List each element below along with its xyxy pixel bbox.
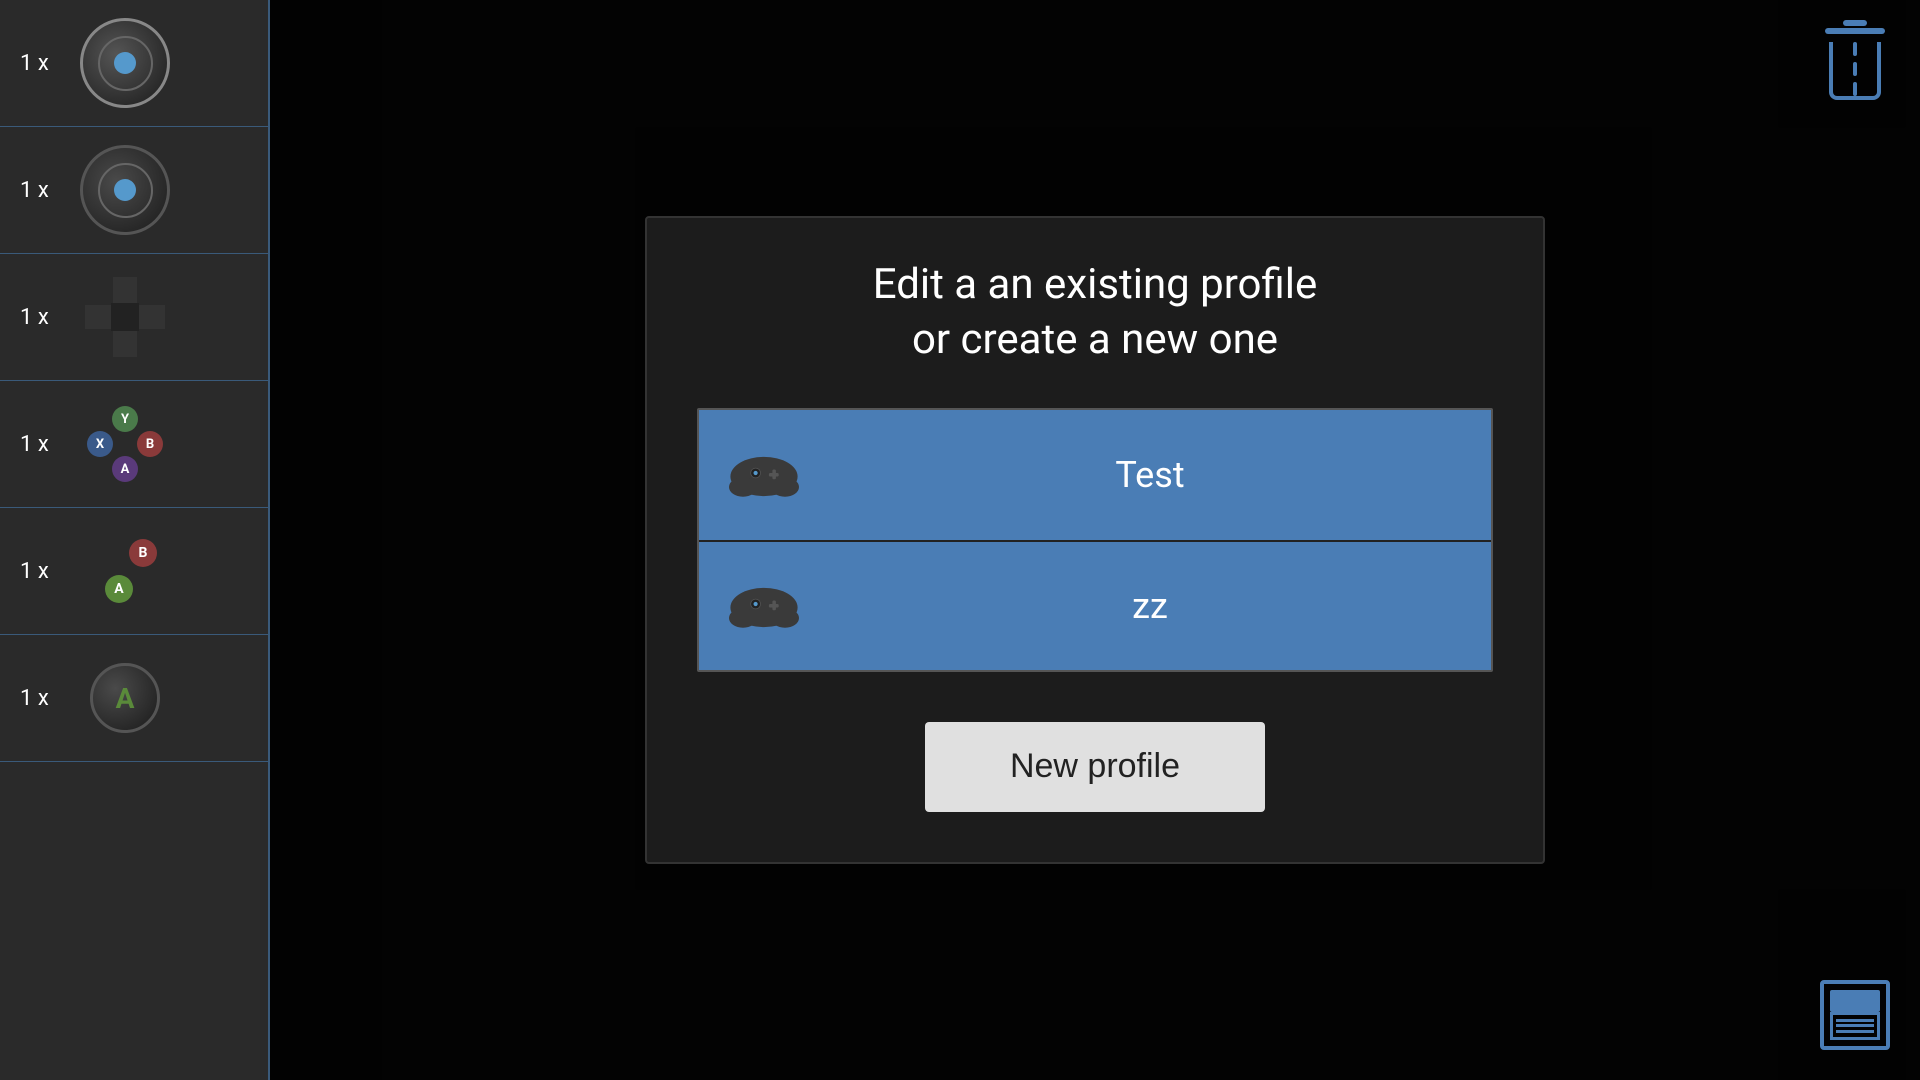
save-icon[interactable]	[1820, 980, 1900, 1060]
sidebar-count-5: 1 x	[20, 559, 60, 584]
floppy-line-2	[1836, 1024, 1874, 1027]
trash-icon[interactable]	[1820, 20, 1890, 100]
buttons-small-icon: B A	[80, 526, 170, 616]
dpad-icon	[80, 272, 170, 362]
floppy-line-3	[1836, 1030, 1874, 1033]
new-profile-label: New profile	[1010, 747, 1180, 786]
trash-line-1	[1853, 42, 1857, 56]
modal: Edit a an existing profileor create a ne…	[645, 216, 1545, 863]
sidebar-count-2: 1 x	[20, 178, 60, 203]
trash-handle	[1843, 20, 1867, 26]
sidebar-item-5[interactable]: 1 x B A	[0, 508, 268, 635]
sidebar-count-3: 1 x	[20, 305, 60, 330]
controller-icon-1	[729, 448, 799, 502]
profile-list: Test zz	[697, 408, 1493, 672]
sidebar: 1 x 1 x 1 x 1 x Y X	[0, 0, 270, 1080]
target-icon-2	[80, 145, 170, 235]
floppy-line-1	[1836, 1019, 1874, 1022]
sidebar-item-6[interactable]: 1 x A	[0, 635, 268, 762]
trash-lid	[1825, 28, 1885, 34]
floppy-disk	[1820, 980, 1890, 1050]
sidebar-count-6: 1 x	[20, 686, 60, 711]
trash-line-3	[1853, 82, 1857, 96]
sidebar-count-4: 1 x	[20, 432, 60, 457]
trash-body	[1829, 42, 1881, 100]
floppy-label	[1830, 990, 1880, 1012]
profile-name-test: Test	[839, 454, 1461, 496]
profile-item-test[interactable]: Test	[699, 410, 1491, 540]
profile-item-zz[interactable]: zz	[699, 540, 1491, 670]
overlay: Edit a an existing profileor create a ne…	[270, 0, 1920, 1080]
sidebar-count-1: 1 x	[20, 51, 60, 76]
controller-icon-2	[729, 579, 799, 633]
trash-line-2	[1853, 62, 1857, 76]
sidebar-item-4[interactable]: 1 x Y X B A	[0, 381, 268, 508]
floppy-lines	[1830, 1012, 1880, 1040]
modal-title: Edit a an existing profileor create a ne…	[873, 258, 1318, 367]
sidebar-item-1[interactable]: 1 x	[0, 0, 268, 127]
new-profile-button[interactable]: New profile	[925, 722, 1265, 812]
buttons-icon: Y X B A	[80, 399, 170, 489]
profile-name-zz: zz	[839, 585, 1461, 627]
sidebar-item-3[interactable]: 1 x	[0, 254, 268, 381]
a-button-icon: A	[80, 653, 170, 743]
target-icon-1	[80, 18, 170, 108]
sidebar-item-2[interactable]: 1 x	[0, 127, 268, 254]
